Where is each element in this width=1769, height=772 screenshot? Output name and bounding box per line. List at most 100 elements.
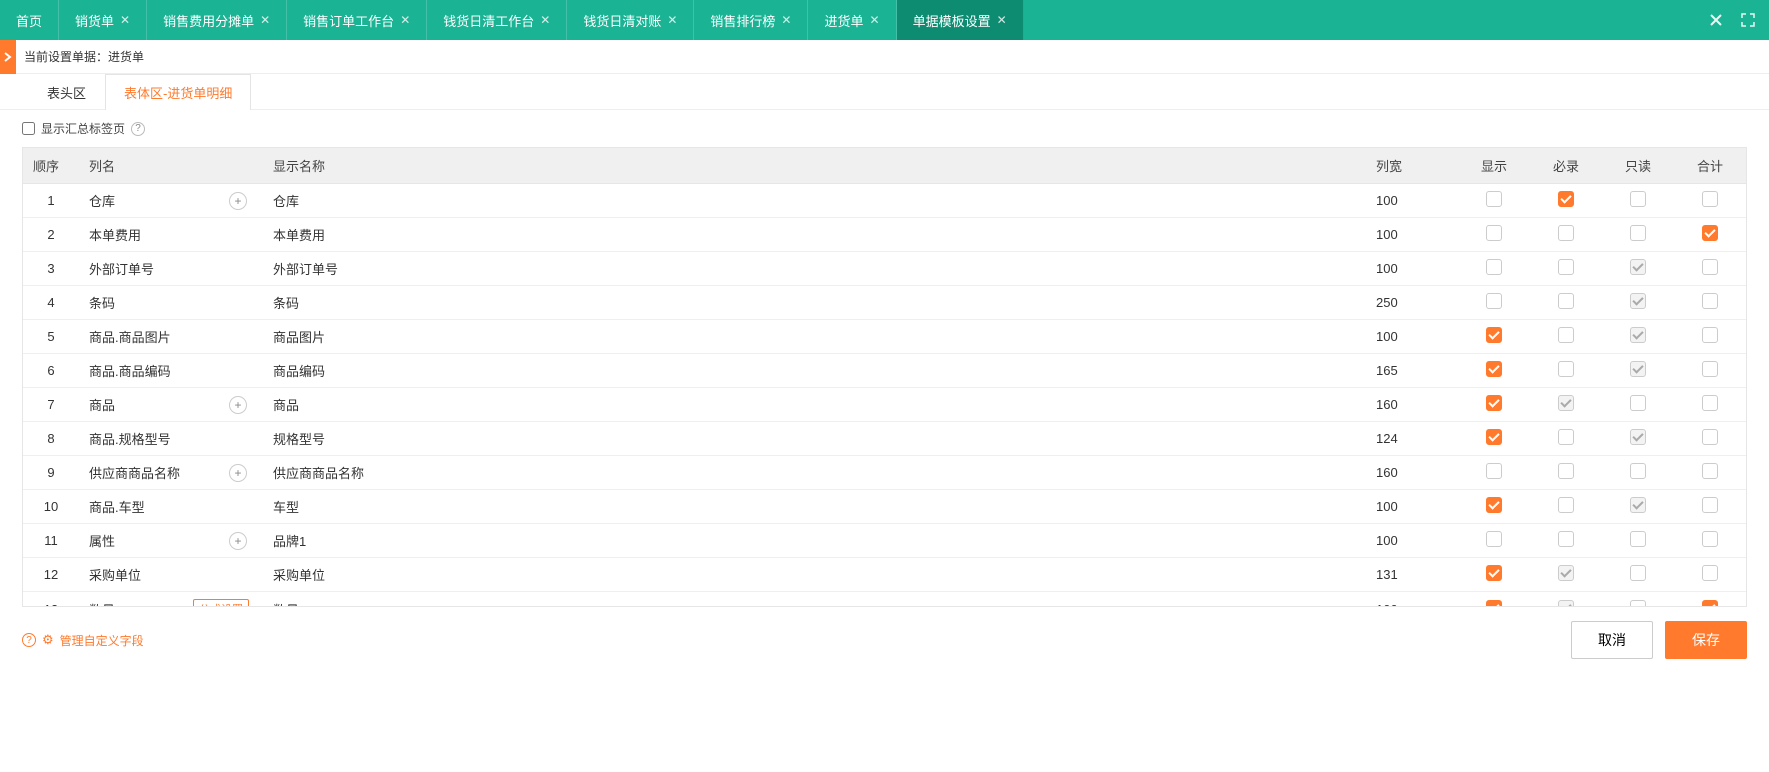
required-checkbox[interactable]: [1558, 225, 1574, 241]
close-icon[interactable]: ✕: [120, 13, 130, 27]
sum-checkbox[interactable]: [1702, 191, 1718, 207]
cell-width[interactable]: 250: [1366, 286, 1458, 320]
subtab-1[interactable]: 表体区-进货单明细: [105, 74, 251, 110]
sum-checkbox[interactable]: [1702, 463, 1718, 479]
readonly-checkbox[interactable]: [1630, 191, 1646, 207]
show-checkbox[interactable]: [1486, 600, 1502, 608]
show-checkbox[interactable]: [1486, 395, 1502, 411]
cell-width[interactable]: 124: [1366, 422, 1458, 456]
close-icon[interactable]: ✕: [400, 13, 410, 27]
required-checkbox[interactable]: [1558, 429, 1574, 445]
cell-disp[interactable]: 采购单位: [263, 558, 1366, 592]
readonly-checkbox[interactable]: [1630, 565, 1646, 581]
plus-icon[interactable]: +: [229, 464, 247, 482]
show-checkbox[interactable]: [1486, 463, 1502, 479]
show-checkbox[interactable]: [1486, 497, 1502, 513]
table-row[interactable]: 8商品.规格型号规格型号124: [23, 422, 1746, 456]
show-checkbox[interactable]: [1486, 327, 1502, 343]
help-icon[interactable]: ?: [131, 122, 145, 136]
show-checkbox[interactable]: [1486, 191, 1502, 207]
cell-disp[interactable]: 条码: [263, 286, 1366, 320]
sum-checkbox[interactable]: [1702, 225, 1718, 241]
table-row[interactable]: 4条码条码250: [23, 286, 1746, 320]
readonly-checkbox[interactable]: [1630, 395, 1646, 411]
sum-checkbox[interactable]: [1702, 497, 1718, 513]
cell-width[interactable]: 100: [1366, 524, 1458, 558]
close-icon[interactable]: ✕: [870, 13, 880, 27]
required-checkbox[interactable]: [1558, 293, 1574, 309]
table-row[interactable]: 7商品+商品160: [23, 388, 1746, 422]
sum-checkbox[interactable]: [1702, 361, 1718, 377]
cell-width[interactable]: 100: [1366, 252, 1458, 286]
cell-width[interactable]: 100: [1366, 320, 1458, 354]
tab-4[interactable]: 钱货日清工作台✕: [427, 0, 567, 40]
cell-width[interactable]: 160: [1366, 456, 1458, 490]
tab-0[interactable]: 首页: [0, 0, 59, 40]
show-checkbox[interactable]: [1486, 429, 1502, 445]
sum-checkbox[interactable]: [1702, 327, 1718, 343]
tab-3[interactable]: 销售订单工作台✕: [287, 0, 427, 40]
close-icon[interactable]: ✕: [997, 13, 1007, 27]
show-checkbox[interactable]: [1486, 361, 1502, 377]
cell-disp[interactable]: 外部订单号: [263, 252, 1366, 286]
show-checkbox[interactable]: [1486, 565, 1502, 581]
close-icon[interactable]: ✕: [540, 13, 550, 27]
show-summary-checkbox[interactable]: [22, 122, 35, 135]
cell-disp[interactable]: 供应商商品名称: [263, 456, 1366, 490]
tab-6[interactable]: 销售排行榜✕: [694, 0, 808, 40]
table-row[interactable]: 10商品.车型车型100: [23, 490, 1746, 524]
show-checkbox[interactable]: [1486, 225, 1502, 241]
tab-5[interactable]: 钱货日清对账✕: [567, 0, 694, 40]
sum-checkbox[interactable]: [1702, 600, 1718, 608]
readonly-checkbox[interactable]: [1630, 600, 1646, 608]
cell-width[interactable]: 100: [1366, 184, 1458, 218]
cell-disp[interactable]: 商品: [263, 388, 1366, 422]
plus-icon[interactable]: +: [229, 396, 247, 414]
plus-icon[interactable]: +: [229, 192, 247, 210]
cell-width[interactable]: 165: [1366, 354, 1458, 388]
cell-disp[interactable]: 数量: [263, 592, 1366, 608]
sum-checkbox[interactable]: [1702, 293, 1718, 309]
plus-icon[interactable]: +: [229, 532, 247, 550]
close-icon[interactable]: ✕: [260, 13, 270, 27]
readonly-checkbox[interactable]: [1630, 463, 1646, 479]
tab-8[interactable]: 单据模板设置✕: [897, 0, 1024, 40]
required-checkbox[interactable]: [1558, 327, 1574, 343]
readonly-checkbox[interactable]: [1630, 225, 1646, 241]
cell-width[interactable]: 160: [1366, 388, 1458, 422]
cell-disp[interactable]: 规格型号: [263, 422, 1366, 456]
cell-disp[interactable]: 商品编码: [263, 354, 1366, 388]
table-row[interactable]: 12采购单位采购单位131: [23, 558, 1746, 592]
table-row[interactable]: 2本单费用本单费用100: [23, 218, 1746, 252]
show-checkbox[interactable]: [1486, 293, 1502, 309]
save-button[interactable]: 保存: [1665, 621, 1747, 659]
required-checkbox[interactable]: [1558, 497, 1574, 513]
cell-disp[interactable]: 车型: [263, 490, 1366, 524]
tab-7[interactable]: 进货单✕: [808, 0, 896, 40]
close-all-icon[interactable]: [1709, 13, 1723, 27]
tab-2[interactable]: 销售费用分摊单✕: [147, 0, 287, 40]
manage-fields-link[interactable]: ? ⚙ 管理自定义字段: [22, 632, 144, 649]
table-row[interactable]: 5商品.商品图片商品图片100: [23, 320, 1746, 354]
cell-disp[interactable]: 本单费用: [263, 218, 1366, 252]
sum-checkbox[interactable]: [1702, 531, 1718, 547]
table-row[interactable]: 3外部订单号外部订单号100: [23, 252, 1746, 286]
cell-width[interactable]: 100: [1366, 490, 1458, 524]
cell-disp[interactable]: 品牌1: [263, 524, 1366, 558]
table-row[interactable]: 1仓库+仓库100: [23, 184, 1746, 218]
cell-disp[interactable]: 商品图片: [263, 320, 1366, 354]
sum-checkbox[interactable]: [1702, 395, 1718, 411]
cancel-button[interactable]: 取消: [1571, 621, 1653, 659]
readonly-checkbox[interactable]: [1630, 531, 1646, 547]
help-icon[interactable]: ?: [22, 633, 36, 647]
table-row[interactable]: 6商品.商品编码商品编码165: [23, 354, 1746, 388]
cell-width[interactable]: 100: [1366, 218, 1458, 252]
required-checkbox[interactable]: [1558, 531, 1574, 547]
panel-expand-icon[interactable]: [0, 40, 16, 74]
show-checkbox[interactable]: [1486, 531, 1502, 547]
subtab-0[interactable]: 表头区: [28, 74, 105, 110]
close-icon[interactable]: ✕: [667, 13, 677, 27]
required-checkbox[interactable]: [1558, 191, 1574, 207]
show-checkbox[interactable]: [1486, 259, 1502, 275]
table-row[interactable]: 9供应商商品名称+供应商商品名称160: [23, 456, 1746, 490]
